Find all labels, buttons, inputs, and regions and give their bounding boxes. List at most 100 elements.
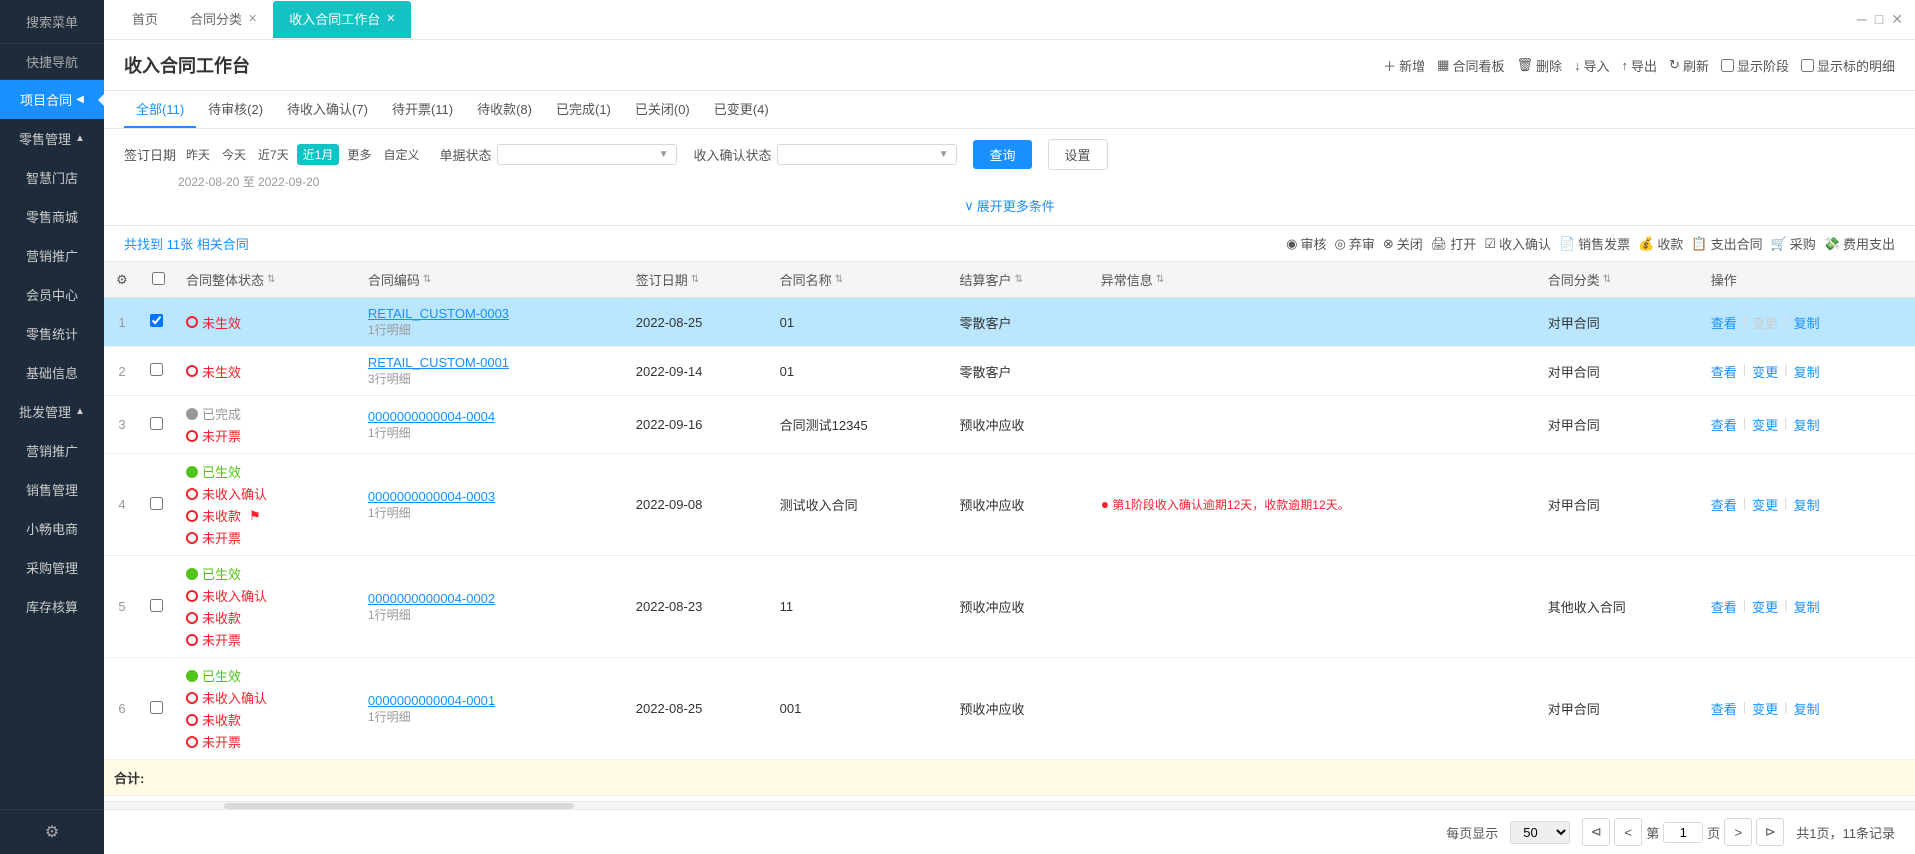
date-opt-last7days[interactable]: 近7天: [254, 144, 293, 165]
setting-button[interactable]: 设置: [1048, 139, 1108, 170]
tab-income-workbench[interactable]: 收入合同工作台 ✕: [273, 1, 411, 38]
sidebar-item-smart-store[interactable]: 智慧门店: [0, 158, 104, 197]
th-contract-code[interactable]: 合同编码 ⇅: [358, 262, 626, 298]
expand-conditions-button[interactable]: ∨ 展开更多条件: [964, 196, 1055, 215]
filter-tab-closed[interactable]: 已关闭(0): [623, 91, 702, 128]
copy-link[interactable]: 复制: [1794, 362, 1820, 381]
sidebar-item-inventory[interactable]: 库存核算: [0, 587, 104, 626]
income-confirm-button[interactable]: ☑ 收入确认: [1484, 234, 1551, 253]
sidebar-item-wholesale-mgmt[interactable]: 批发管理 ▲: [0, 392, 104, 431]
copy-link[interactable]: 复制: [1794, 699, 1820, 718]
close-contract-button[interactable]: ⊗ 关闭: [1383, 234, 1423, 253]
copy-link[interactable]: 复制: [1794, 415, 1820, 434]
date-opt-custom[interactable]: 自定义: [379, 144, 423, 165]
view-link[interactable]: 查看: [1711, 495, 1737, 514]
sidebar-item-retail-stats[interactable]: 零售统计: [0, 314, 104, 353]
abandon-review-button[interactable]: ◎ 弃审: [1335, 234, 1375, 253]
sort-icon-abnormal-info[interactable]: ⇅: [1156, 274, 1164, 285]
row-checkbox[interactable]: [140, 658, 176, 760]
next-page-button[interactable]: >: [1724, 818, 1752, 846]
page-size-select[interactable]: 50 100: [1510, 821, 1570, 844]
contract-code-link[interactable]: 0000000000004-0002: [368, 591, 616, 606]
minimize-button[interactable]: ─: [1857, 11, 1867, 28]
first-page-button[interactable]: ⊲: [1582, 818, 1610, 846]
sidebar-item-xiaochang[interactable]: 小畅电商: [0, 509, 104, 548]
add-button[interactable]: ＋ 新增: [1383, 56, 1425, 75]
column-settings-icon[interactable]: ⚙: [116, 272, 128, 287]
print-button[interactable]: 🖨 打开: [1431, 234, 1477, 253]
view-link[interactable]: 查看: [1711, 415, 1737, 434]
payout-contract-button[interactable]: 📋 支出合同: [1691, 234, 1762, 253]
sidebar-item-member[interactable]: 会员中心: [0, 275, 104, 314]
change-link[interactable]: 变更: [1752, 495, 1778, 514]
filter-tab-changed[interactable]: 已变更(4): [702, 91, 781, 128]
tab-contract-type-close[interactable]: ✕: [248, 12, 257, 25]
contract-code-link[interactable]: 0000000000004-0004: [368, 409, 616, 424]
copy-link[interactable]: 复制: [1794, 597, 1820, 616]
sidebar-item-base-info[interactable]: 基础信息: [0, 353, 104, 392]
view-link[interactable]: 查看: [1711, 362, 1737, 381]
date-opt-more[interactable]: 更多: [343, 144, 375, 165]
sidebar-nav[interactable]: 快捷导航: [0, 44, 104, 80]
contract-code-link[interactable]: RETAIL_CUSTOM-0001: [368, 355, 616, 370]
close-button[interactable]: ✕: [1891, 11, 1903, 28]
show-details-checkbox[interactable]: 显示标的明细: [1801, 56, 1895, 75]
collection-button[interactable]: 💰 收款: [1638, 234, 1683, 253]
th-sign-date[interactable]: 签订日期 ⇅: [626, 262, 770, 298]
change-link[interactable]: 变更: [1752, 699, 1778, 718]
income-confirm-select[interactable]: ▼: [777, 144, 957, 165]
sort-icon-sign-date[interactable]: ⇅: [691, 274, 699, 285]
change-link[interactable]: 变更: [1752, 415, 1778, 434]
row-checkbox[interactable]: [140, 347, 176, 396]
contract-code-link[interactable]: RETAIL_CUSTOM-0003: [368, 306, 616, 321]
sort-icon-contract-name[interactable]: ⇅: [835, 274, 843, 285]
th-checkbox[interactable]: [140, 262, 176, 298]
expense-out-button[interactable]: 💸 费用支出: [1824, 234, 1895, 253]
th-abnormal-info[interactable]: 异常信息 ⇅: [1091, 262, 1538, 298]
filter-tab-completed[interactable]: 已完成(1): [544, 91, 623, 128]
sidebar-settings[interactable]: ⚙: [0, 809, 104, 854]
row-checkbox-input[interactable]: [150, 363, 163, 376]
filter-tab-all[interactable]: 全部(11): [124, 91, 196, 128]
maximize-button[interactable]: □: [1875, 11, 1883, 28]
delete-button[interactable]: 🗑 删除: [1516, 56, 1562, 75]
sidebar-item-retail-mall[interactable]: 零售商城: [0, 197, 104, 236]
purchase-button[interactable]: 🛒 采购: [1771, 234, 1816, 253]
tab-income-workbench-close[interactable]: ✕: [386, 12, 395, 25]
horizontal-scrollbar[interactable]: [104, 801, 1915, 809]
show-details-input[interactable]: [1801, 59, 1814, 72]
change-link[interactable]: 变更: [1752, 362, 1778, 381]
copy-link[interactable]: 复制: [1794, 495, 1820, 514]
sidebar-item-purchase-mgmt[interactable]: 采购管理: [0, 548, 104, 587]
contract-code-link[interactable]: 0000000000004-0003: [368, 489, 616, 504]
sort-icon-contract-code[interactable]: ⇅: [423, 274, 431, 285]
row-checkbox-input[interactable]: [150, 599, 163, 612]
refresh-button[interactable]: ↻ 刷新: [1669, 56, 1709, 75]
row-checkbox[interactable]: [140, 454, 176, 556]
filter-tab-pending-income-confirm[interactable]: 待收入确认(7): [275, 91, 380, 128]
last-page-button[interactable]: ⊳: [1756, 818, 1784, 846]
row-checkbox-input[interactable]: [150, 497, 163, 510]
row-checkbox-input[interactable]: [150, 314, 163, 327]
show-stages-checkbox[interactable]: 显示阶段: [1721, 56, 1789, 75]
page-input[interactable]: [1663, 822, 1703, 843]
sidebar-item-marketing2[interactable]: 营销推广: [0, 431, 104, 470]
copy-link[interactable]: 复制: [1794, 313, 1820, 332]
view-link[interactable]: 查看: [1711, 597, 1737, 616]
contract-code-link[interactable]: 0000000000004-0001: [368, 693, 616, 708]
row-checkbox-input[interactable]: [150, 417, 163, 430]
sidebar-item-retail-mgmt[interactable]: 零售管理 ▲: [0, 119, 104, 158]
view-link[interactable]: 查看: [1711, 313, 1737, 332]
import-button[interactable]: ↓ 导入: [1574, 56, 1610, 75]
th-contract-name[interactable]: 合同名称 ⇅: [770, 262, 950, 298]
contract-board-button[interactable]: ▦ 合同看板: [1437, 56, 1504, 75]
filter-tab-pending-collection[interactable]: 待收款(8): [465, 91, 544, 128]
sidebar-search[interactable]: 搜索菜单: [0, 0, 104, 44]
th-settings[interactable]: ⚙: [104, 262, 140, 298]
filter-tab-pending-invoice[interactable]: 待开票(11): [380, 91, 465, 128]
sidebar-item-project[interactable]: 项目合同 ◀: [0, 80, 104, 119]
scrollbar-thumb[interactable]: [224, 803, 574, 809]
export-button[interactable]: ↑ 导出: [1622, 56, 1658, 75]
th-overall-status[interactable]: 合同整体状态 ⇅: [176, 262, 358, 298]
search-button[interactable]: 查询: [973, 140, 1031, 169]
